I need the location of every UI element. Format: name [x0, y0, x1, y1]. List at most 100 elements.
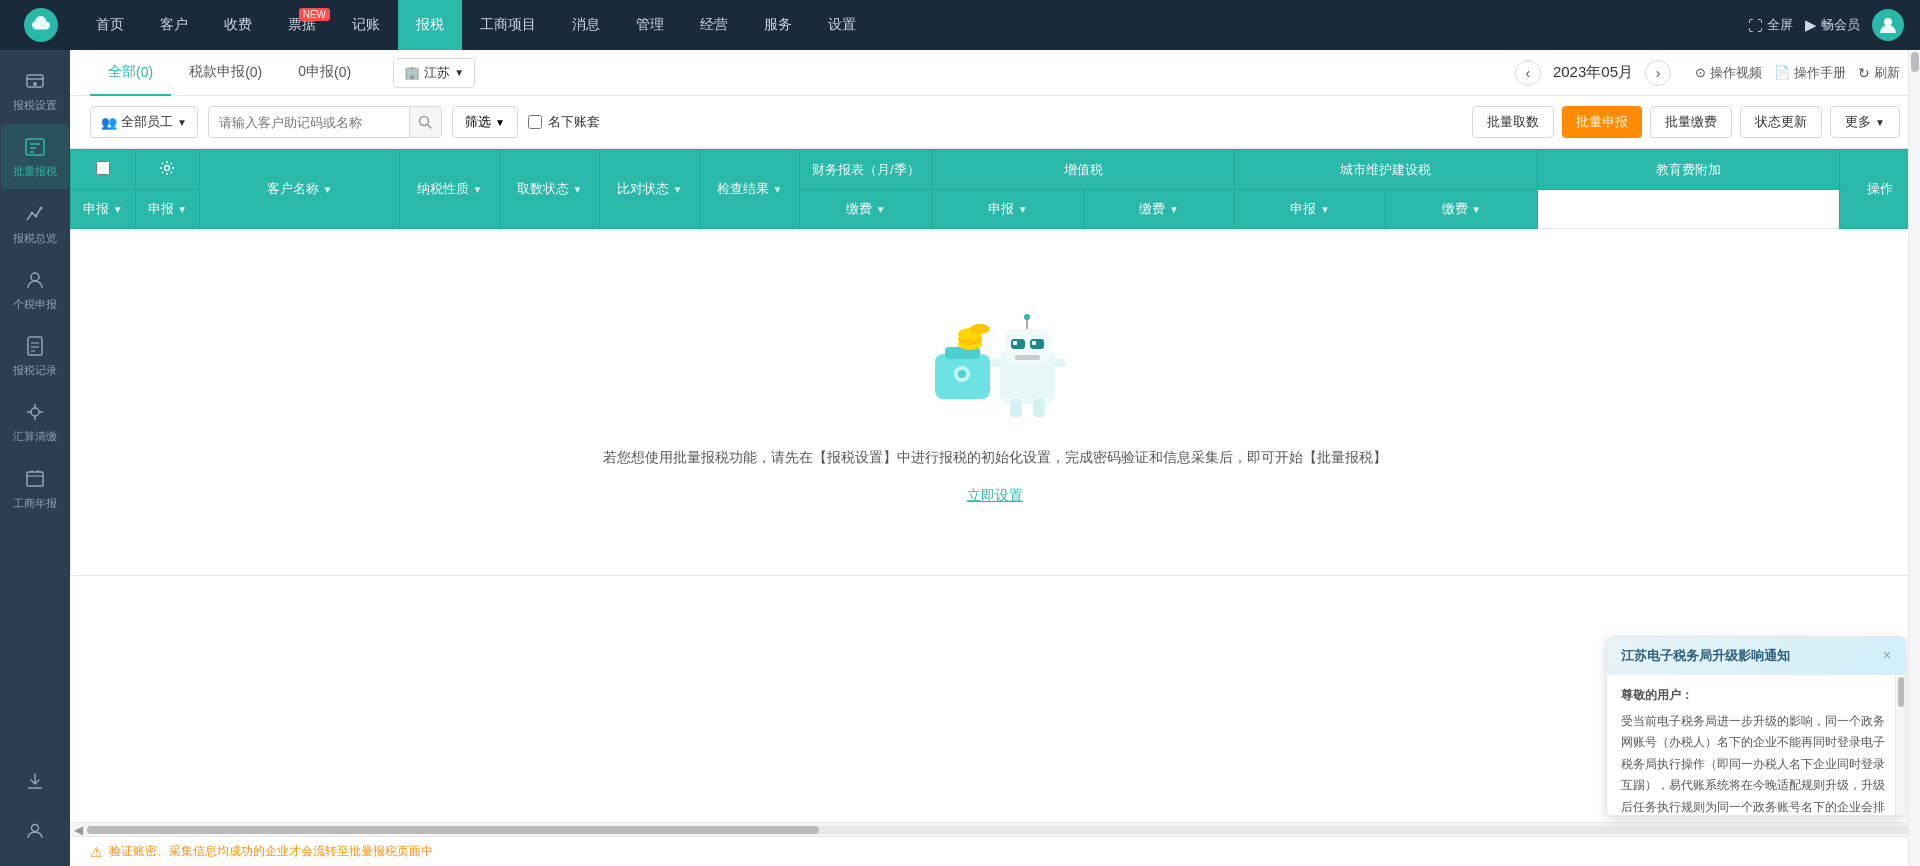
account-set-checkbox[interactable] [528, 115, 542, 129]
svg-rect-45 [1010, 399, 1022, 417]
tab-zero-count: (0) [334, 64, 351, 80]
operation-manual-btn[interactable]: 📄 操作手册 [1774, 64, 1846, 82]
tab-all[interactable]: 全部 (0) [90, 50, 171, 96]
th-edu-declare: 申报 [1235, 190, 1386, 229]
refresh-btn[interactable]: ↻ 刷新 [1858, 64, 1900, 82]
bulk-pay-button[interactable]: 批量缴费 [1650, 106, 1732, 138]
search-input[interactable] [209, 115, 409, 130]
user-settings-icon [22, 818, 48, 844]
notification-scrollbar[interactable] [1895, 675, 1905, 815]
prev-month-button[interactable]: ‹ [1515, 60, 1541, 86]
svg-rect-17 [27, 472, 43, 486]
filter-chevron-icon: ▼ [495, 117, 505, 128]
th-settings[interactable] [135, 150, 200, 190]
tab-bar: 全部 (0) 税款申报 (0) 0申报 (0) 🏢 江苏 ▼ ‹ 2023年05… [70, 50, 1920, 96]
tab-zero-declaration[interactable]: 0申报 (0) [280, 50, 369, 96]
scroll-track [87, 826, 1916, 834]
th-checkbox[interactable] [71, 150, 136, 190]
svg-line-24 [428, 125, 432, 129]
employee-chevron-icon: ▼ [177, 117, 187, 128]
nav-accounting[interactable]: 记账 [334, 0, 398, 50]
annual-report-icon [22, 466, 48, 492]
sidebar-item-personal-tax[interactable]: 个税申报 [1, 257, 69, 321]
province-selector[interactable]: 🏢 江苏 ▼ [393, 58, 475, 88]
nav-tax[interactable]: 报税 [398, 0, 462, 50]
svg-point-3 [33, 82, 37, 86]
sidebar-item-bulk-tax[interactable]: 批量报税 [1, 124, 69, 188]
sidebar-download[interactable] [1, 758, 69, 804]
personal-tax-icon [22, 267, 48, 293]
tab-tax-count: (0) [245, 64, 262, 80]
warning-icon: ⚠ [90, 844, 103, 860]
svg-point-16 [31, 408, 39, 416]
nav-menu: 首页 客户 收费 票据 NEW 记账 报税 工商项目 消息 管理 经营 服务 设… [78, 0, 1748, 50]
nav-invoice[interactable]: 票据 NEW [270, 0, 334, 50]
notification-close-button[interactable]: × [1883, 647, 1891, 663]
svg-rect-4 [26, 139, 44, 155]
nav-message[interactable]: 消息 [554, 0, 618, 50]
nav-home[interactable]: 首页 [78, 0, 142, 50]
svg-point-10 [40, 206, 43, 209]
next-month-button[interactable]: › [1645, 60, 1671, 86]
nav-business[interactable]: 工商项目 [462, 0, 554, 50]
nav-settings[interactable]: 设置 [810, 0, 874, 50]
setup-link[interactable]: 立即设置 [967, 487, 1023, 505]
user-avatar[interactable] [1872, 9, 1904, 41]
tax-summary-icon [22, 201, 48, 227]
th-edu-group: 教育费附加 [1537, 150, 1839, 190]
nav-billing[interactable]: 收费 [206, 0, 270, 50]
th-vat-group: 增值税 [932, 150, 1234, 190]
sidebar-item-annual-report[interactable]: 工商年报 [1, 456, 69, 520]
sidebar-item-tax-summary[interactable]: 报税总览 [1, 191, 69, 255]
reconciliation-icon [22, 399, 48, 425]
svg-rect-39 [1032, 341, 1036, 345]
bulk-declare-button[interactable]: 批量申报 [1562, 106, 1642, 138]
right-scrollbar[interactable] [1908, 50, 1920, 866]
bulk-tax-icon [22, 134, 48, 160]
invoice-badge: NEW [299, 8, 330, 21]
svg-point-8 [31, 211, 34, 214]
th-city-group: 城市维护建设税 [1235, 150, 1537, 190]
employee-select[interactable]: 👥 全部员工 ▼ [90, 106, 198, 138]
more-button[interactable]: 更多 ▼ [1830, 106, 1900, 138]
tab-tax-declaration[interactable]: 税款申报 (0) [171, 50, 280, 96]
bottom-scrollbar[interactable]: ◀ [70, 822, 1920, 836]
search-button[interactable] [409, 106, 441, 138]
toolbar: 👥 全部员工 ▼ 筛选 ▼ 名下账套 [70, 96, 1920, 149]
video-icon: ⊙ [1695, 65, 1706, 80]
th-fetch-status: 取数状态 [500, 150, 600, 229]
sidebar-item-reconciliation[interactable]: 汇算清缴 [1, 389, 69, 453]
nav-service[interactable]: 服务 [746, 0, 810, 50]
svg-point-42 [1024, 314, 1030, 320]
svg-point-0 [1884, 18, 1892, 26]
notification-popup: 江苏电子税务局升级影响通知 × 尊敬的用户： 受当前电子税务局进一步升级的影响，… [1606, 636, 1906, 816]
data-table: 客户名称 纳税性质 取数状态 比对状态 检查结果 [70, 149, 1920, 576]
fullscreen-button[interactable]: ⛶ 全屏 [1748, 16, 1793, 34]
account-set-checkbox-label[interactable]: 名下账套 [528, 113, 600, 131]
select-all-checkbox[interactable] [96, 161, 110, 175]
tab-all-count: (0) [136, 64, 153, 80]
download-icon [22, 768, 48, 794]
sidebar-item-tax-records[interactable]: 报税记录 [1, 323, 69, 387]
vip-button[interactable]: ▶ 畅会员 [1805, 16, 1860, 34]
empty-state: 若您想使用批量报税功能，请先在【报税设置】中进行报税的初始化设置，完成密码验证和… [83, 239, 1907, 565]
th-edu-pay: 缴费 [1386, 190, 1537, 229]
nav-management[interactable]: 管理 [618, 0, 682, 50]
th-compare-status: 比对状态 [600, 150, 700, 229]
svg-rect-46 [1033, 399, 1045, 417]
sidebar-user[interactable] [1, 808, 69, 854]
sidebar-item-tax-settings[interactable]: 报税设置 [1, 58, 69, 122]
province-chevron-icon: ▼ [454, 67, 464, 78]
bulk-fetch-button[interactable]: 批量取数 [1472, 106, 1554, 138]
nav-customer[interactable]: 客户 [142, 0, 206, 50]
search-box [208, 106, 442, 138]
app-logo [16, 7, 66, 43]
filter-button[interactable]: 筛选 ▼ [452, 106, 518, 138]
tab-right-actions: ⊙ 操作视频 📄 操作手册 ↻ 刷新 [1695, 64, 1900, 82]
status-update-button[interactable]: 状态更新 [1740, 106, 1822, 138]
operation-video-btn[interactable]: ⊙ 操作视频 [1695, 64, 1762, 82]
nav-operation[interactable]: 经营 [682, 0, 746, 50]
svg-point-22 [32, 825, 39, 832]
svg-point-29 [958, 370, 966, 378]
empty-message: 若您想使用批量报税功能，请先在【报税设置】中进行报税的初始化设置，完成密码验证和… [603, 449, 1387, 467]
